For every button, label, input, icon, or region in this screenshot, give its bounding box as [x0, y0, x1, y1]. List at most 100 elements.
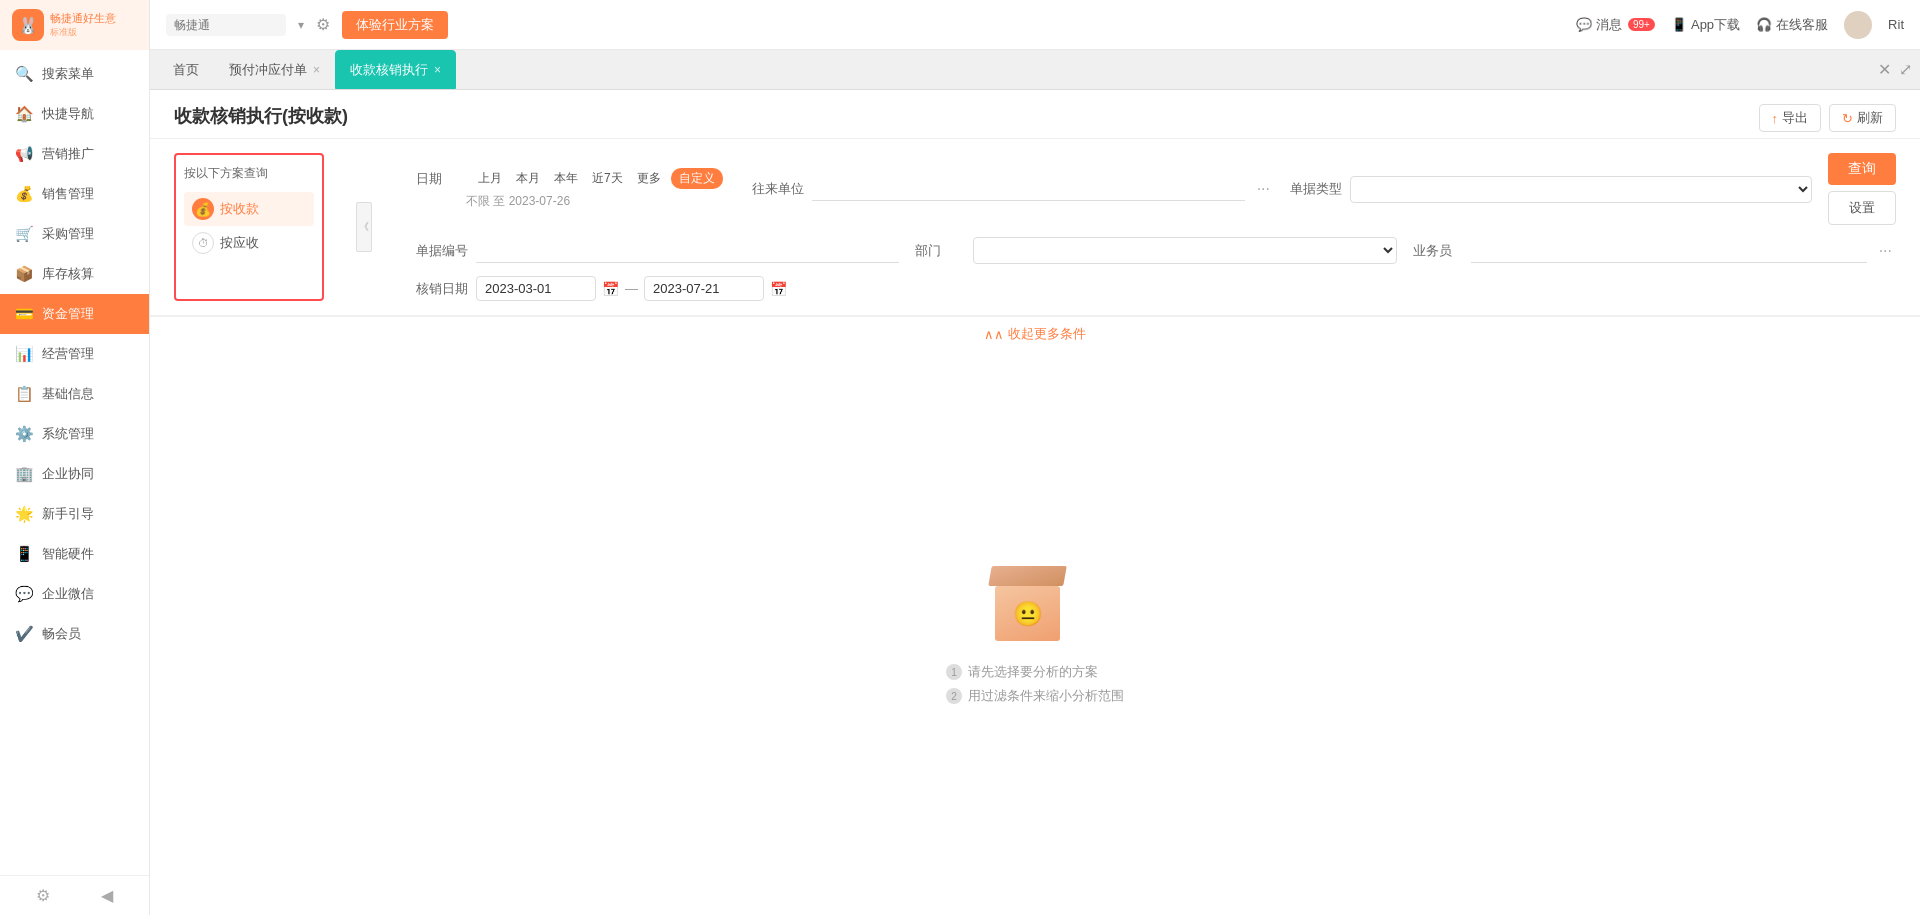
topbar-right: 💬 消息 99+ 📱 App下载 🎧 在线客服 Rit	[1576, 11, 1904, 39]
tab-home[interactable]: 首页	[158, 50, 214, 89]
chevron-down-icon[interactable]: ▾	[298, 18, 304, 32]
sidebar-item-search[interactable]: 🔍 搜索菜单	[0, 54, 149, 94]
sidebar-item-guide[interactable]: 🌟 新手引导	[0, 494, 149, 534]
main-area: ▾ ⚙ 体验行业方案 💬 消息 99+ 📱 App下载 🎧 在线客服 Rit 首…	[150, 0, 1920, 915]
inventory-icon: 📦	[14, 264, 34, 284]
filter-form: 日期 上月 本月 本年 近7天 更多 自定义 不限 至 2023-0	[392, 153, 1896, 301]
tab-prepay-close[interactable]: ×	[313, 63, 320, 77]
sidebar-item-wechat[interactable]: 💬 企业微信	[0, 574, 149, 614]
close-tab-btn[interactable]: ✕	[1878, 60, 1891, 79]
empty-text-list: 1 请先选择要分析的方案 2 用过滤条件来缩小分析范围	[946, 663, 1124, 705]
app-download-btn[interactable]: 📱 App下载	[1671, 16, 1740, 34]
topbar: ▾ ⚙ 体验行业方案 💬 消息 99+ 📱 App下载 🎧 在线客服 Rit	[150, 0, 1920, 50]
dept-field: 部门	[915, 237, 1398, 264]
filter-actions: 查询 设置	[1828, 153, 1896, 225]
export-icon: ↑	[1772, 111, 1779, 126]
msg-btn[interactable]: 💬 消息 99+	[1576, 16, 1655, 34]
staff-input[interactable]	[1471, 239, 1866, 263]
shortcut-7days[interactable]: 近7天	[588, 168, 627, 189]
staff-dots[interactable]: ···	[1875, 242, 1896, 260]
tab-receive-close[interactable]: ×	[434, 63, 441, 77]
hardware-icon: 📱	[14, 544, 34, 564]
home-icon: 🏠	[14, 104, 34, 124]
counterparty-field: 往来单位 ···	[752, 177, 1274, 201]
tabbar-actions: ✕ ⤢	[1878, 60, 1912, 79]
finance-icon: 💳	[14, 304, 34, 324]
logo-text: 畅捷通好生意 标准版	[50, 11, 116, 38]
export-btn[interactable]: ↑ 导出	[1759, 104, 1822, 132]
sidebar-item-marketing[interactable]: 📢 营销推广	[0, 134, 149, 174]
industry-btn[interactable]: 体验行业方案	[342, 11, 448, 39]
verify-date-start-input[interactable]	[476, 276, 596, 301]
member-icon: ✔️	[14, 624, 34, 644]
counterparty-dots[interactable]: ···	[1253, 180, 1274, 198]
app-icon: 📱	[1671, 17, 1687, 32]
expand-btn[interactable]: ⤢	[1899, 60, 1912, 79]
sidebar-item-member[interactable]: ✔️ 畅会员	[0, 614, 149, 654]
sidebar-item-basic[interactable]: 📋 基础信息	[0, 374, 149, 414]
sidebar-item-enterprise[interactable]: 🏢 企业协同	[0, 454, 149, 494]
refresh-icon: ↻	[1842, 111, 1853, 126]
cal-start-icon[interactable]: 📅	[602, 281, 619, 297]
collapse-more-btn[interactable]: ∧∧ 收起更多条件	[984, 325, 1086, 343]
dept-select[interactable]	[973, 237, 1398, 264]
collapse-up-icon: ∧∧	[984, 327, 1004, 342]
empty-illustration: 😐	[985, 561, 1085, 651]
filter-scheme-panel: 按以下方案查询 💰 按收款 ⏱ 按应收	[174, 153, 324, 301]
brand-input[interactable]	[166, 14, 286, 36]
sidebar-item-hardware[interactable]: 📱 智能硬件	[0, 534, 149, 574]
tab-receive[interactable]: 收款核销执行 ×	[335, 50, 456, 89]
sidebar-item-sales[interactable]: 💰 销售管理	[0, 174, 149, 214]
receivable-option-icon: ⏱	[192, 232, 214, 254]
verify-date-end-input[interactable]	[644, 276, 764, 301]
filter-row-1: 日期 上月 本月 本年 近7天 更多 自定义 不限 至 2023-0	[416, 153, 1896, 225]
date-shortcuts: 上月 本月 本年 近7天 更多 自定义	[474, 168, 723, 189]
cal-end-icon[interactable]: 📅	[770, 281, 787, 297]
sidebar-item-purchase[interactable]: 🛒 采购管理	[0, 214, 149, 254]
filter-collapse-toggle[interactable]: 《	[356, 153, 372, 301]
settings-bottom-icon[interactable]: ⚙	[36, 886, 50, 905]
shortcut-last-month[interactable]: 上月	[474, 168, 506, 189]
shortcut-custom[interactable]: 自定义	[671, 168, 723, 189]
gear-icon[interactable]: ⚙	[316, 15, 330, 34]
avatar	[1844, 11, 1872, 39]
sidebar-item-finance[interactable]: 💳 资金管理	[0, 294, 149, 334]
sidebar-item-operation[interactable]: 📊 经营管理	[0, 334, 149, 374]
enterprise-icon: 🏢	[14, 464, 34, 484]
doc-number-field: 单据编号	[416, 239, 899, 263]
settings-btn[interactable]: 设置	[1828, 191, 1896, 225]
sidebar-item-inventory[interactable]: 📦 库存核算	[0, 254, 149, 294]
shortcut-this-month[interactable]: 本月	[512, 168, 544, 189]
doc-number-input[interactable]	[476, 239, 899, 263]
sidebar-bottom: ⚙ ◀	[0, 875, 149, 915]
page-title: 收款核销执行(按收款)	[174, 104, 1896, 128]
empty-hint-2: 2 用过滤条件来缩小分析范围	[946, 687, 1124, 705]
filter-row-2: 单据编号 部门 业务员 ···	[416, 237, 1896, 264]
filter-option-receipt[interactable]: 💰 按收款	[184, 192, 314, 226]
empty-state: 😐 1 请先选择要分析的方案 2 用过滤条件来缩小分析范围	[150, 351, 1920, 915]
shortcut-this-year[interactable]: 本年	[550, 168, 582, 189]
sales-icon: 💰	[14, 184, 34, 204]
sidebar-item-system[interactable]: ⚙️ 系统管理	[0, 414, 149, 454]
filter-option-receivable[interactable]: ⏱ 按应收	[184, 226, 314, 260]
tab-prepay[interactable]: 预付冲应付单 ×	[214, 50, 335, 89]
filter-row-3: 核销日期 📅 — 📅	[416, 276, 1896, 301]
refresh-btn[interactable]: ↻ 刷新	[1829, 104, 1896, 132]
doc-type-select[interactable]	[1350, 176, 1812, 203]
content-area: 收款核销执行(按收款) ↑ 导出 ↻ 刷新 按以下方案查询 💰 按收款	[150, 90, 1920, 915]
operation-icon: 📊	[14, 344, 34, 364]
wechat-icon: 💬	[14, 584, 34, 604]
verify-date-field: 核销日期 📅 — 📅	[416, 276, 787, 301]
query-btn[interactable]: 查询	[1828, 153, 1896, 185]
sidebar-item-quicknav[interactable]: 🏠 快捷导航	[0, 94, 149, 134]
counterparty-input[interactable]	[812, 177, 1245, 201]
collapse-icon[interactable]: 《	[356, 202, 372, 252]
online-service-btn[interactable]: 🎧 在线客服	[1756, 16, 1828, 34]
collapse-sidebar-icon[interactable]: ◀	[101, 886, 113, 905]
receipt-option-icon: 💰	[192, 198, 214, 220]
doc-type-field: 单据类型	[1290, 176, 1812, 203]
shortcut-more[interactable]: 更多	[633, 168, 665, 189]
verify-date-range: 📅 — 📅	[476, 276, 787, 301]
sidebar: 🐰 畅捷通好生意 标准版 🔍 搜索菜单 🏠 快捷导航 📢 营销推广 💰 销售管理…	[0, 0, 150, 915]
service-icon: 🎧	[1756, 17, 1772, 32]
